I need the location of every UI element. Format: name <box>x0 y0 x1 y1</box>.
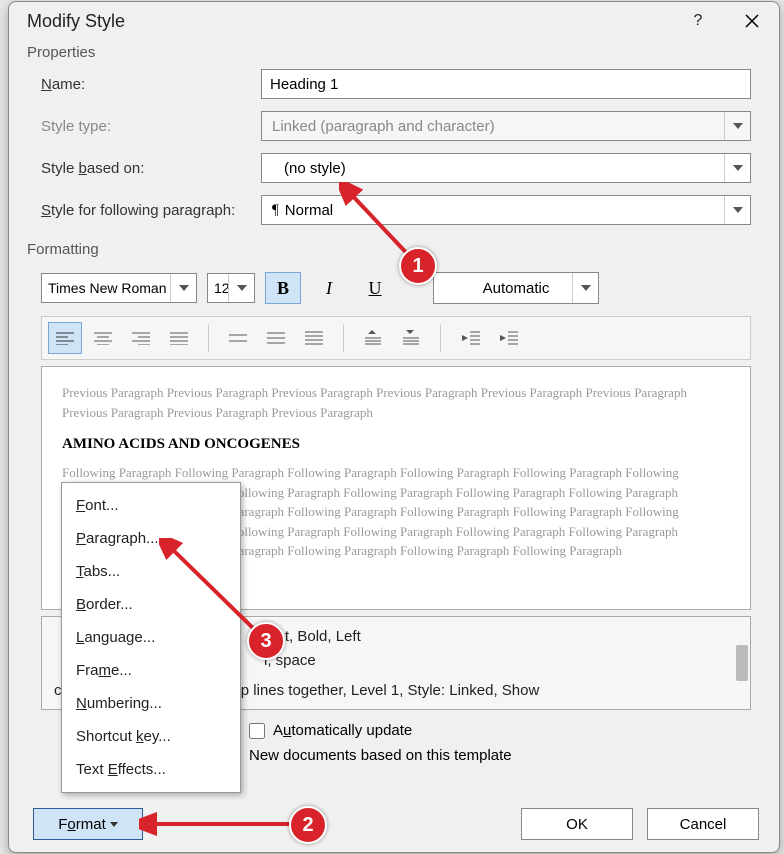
scrollbar-thumb[interactable] <box>736 645 748 681</box>
dropdown-arrow-icon <box>110 822 118 827</box>
font-size-combo[interactable]: 12 <box>207 273 255 303</box>
format-button[interactable]: Format <box>33 808 143 840</box>
space-before-increase-button[interactable] <box>356 322 390 354</box>
following-paragraph-combo[interactable]: ¶ Normal <box>261 195 751 225</box>
dialog-title: Modify Style <box>27 11 125 32</box>
help-button[interactable]: ? <box>687 10 709 32</box>
close-button[interactable] <box>741 10 763 32</box>
align-justify-button[interactable] <box>162 322 196 354</box>
chevron-down-icon <box>572 273 598 303</box>
based-on-label: Style based on: <box>41 160 261 177</box>
menu-font[interactable]: Font... <box>62 489 240 522</box>
titlebar: Modify Style ? <box>9 2 779 40</box>
properties-section-label: Properties <box>9 40 779 69</box>
font-family-combo[interactable]: Times New Roman <box>41 273 197 303</box>
chevron-down-icon <box>228 274 254 302</box>
annotation-badge-1: 1 <box>399 247 437 285</box>
chevron-down-icon <box>724 154 750 182</box>
preview-previous-text: Previous Paragraph Previous Paragraph Pr… <box>62 383 730 422</box>
based-on-combo[interactable]: (no style) <box>261 153 751 183</box>
italic-button[interactable]: I <box>311 272 347 304</box>
modify-style-dialog: Modify Style ? Properties Name: Style ty… <box>8 1 780 853</box>
style-type-label: Style type: <box>41 118 261 135</box>
menu-language[interactable]: Language... <box>62 621 240 654</box>
align-right-button[interactable] <box>124 322 158 354</box>
font-color-combo[interactable]: Automatic <box>433 272 599 304</box>
bold-button[interactable]: B <box>265 272 301 304</box>
increase-indent-button[interactable] <box>491 322 525 354</box>
formatting-section-label: Formatting <box>9 237 779 266</box>
menu-tabs[interactable]: Tabs... <box>62 555 240 588</box>
line-spacing-2-button[interactable] <box>297 322 331 354</box>
chevron-down-icon <box>724 112 750 140</box>
name-input[interactable] <box>261 69 751 99</box>
ok-button[interactable]: OK <box>521 808 633 840</box>
paragraph-toolbar <box>41 316 751 360</box>
line-spacing-1-button[interactable] <box>221 322 255 354</box>
cancel-button[interactable]: Cancel <box>647 808 759 840</box>
line-spacing-15-button[interactable] <box>259 322 293 354</box>
menu-text-effects[interactable]: Text Effects... <box>62 753 240 786</box>
menu-paragraph[interactable]: Paragraph... <box>62 522 240 555</box>
menu-shortcut-key[interactable]: Shortcut key... <box>62 720 240 753</box>
chevron-down-icon <box>724 196 750 224</box>
close-icon <box>745 14 759 28</box>
space-before-decrease-button[interactable] <box>394 322 428 354</box>
chevron-down-icon <box>170 274 196 302</box>
following-paragraph-label: Style for following paragraph: <box>41 202 261 219</box>
format-popup-menu: Font... Paragraph... Tabs... Border... L… <box>61 482 241 793</box>
following-paragraph-value: Normal <box>285 202 333 219</box>
style-type-value: Linked (paragraph and character) <box>272 118 495 135</box>
preview-heading-text: AMINO ACIDS AND ONCOGENES <box>62 436 730 453</box>
align-center-button[interactable] <box>86 322 120 354</box>
style-type-combo: Linked (paragraph and character) <box>261 111 751 141</box>
pilcrow-icon: ¶ <box>272 202 279 219</box>
decrease-indent-button[interactable] <box>453 322 487 354</box>
based-on-value: (no style) <box>272 160 346 177</box>
font-color-value: Automatic <box>483 280 550 297</box>
auto-update-label: Automatically update <box>273 722 412 739</box>
menu-numbering[interactable]: Numbering... <box>62 687 240 720</box>
underline-button[interactable]: U <box>357 272 393 304</box>
annotation-badge-3: 3 <box>247 622 285 660</box>
menu-border[interactable]: Border... <box>62 588 240 621</box>
align-left-button[interactable] <box>48 322 82 354</box>
font-family-value: Times New Roman <box>48 280 167 296</box>
menu-frame[interactable]: Frame... <box>62 654 240 687</box>
new-documents-template-label: New documents based on this template <box>249 747 512 764</box>
name-label: Name: <box>41 76 261 93</box>
auto-update-checkbox[interactable] <box>249 723 265 739</box>
annotation-badge-2: 2 <box>289 806 327 844</box>
